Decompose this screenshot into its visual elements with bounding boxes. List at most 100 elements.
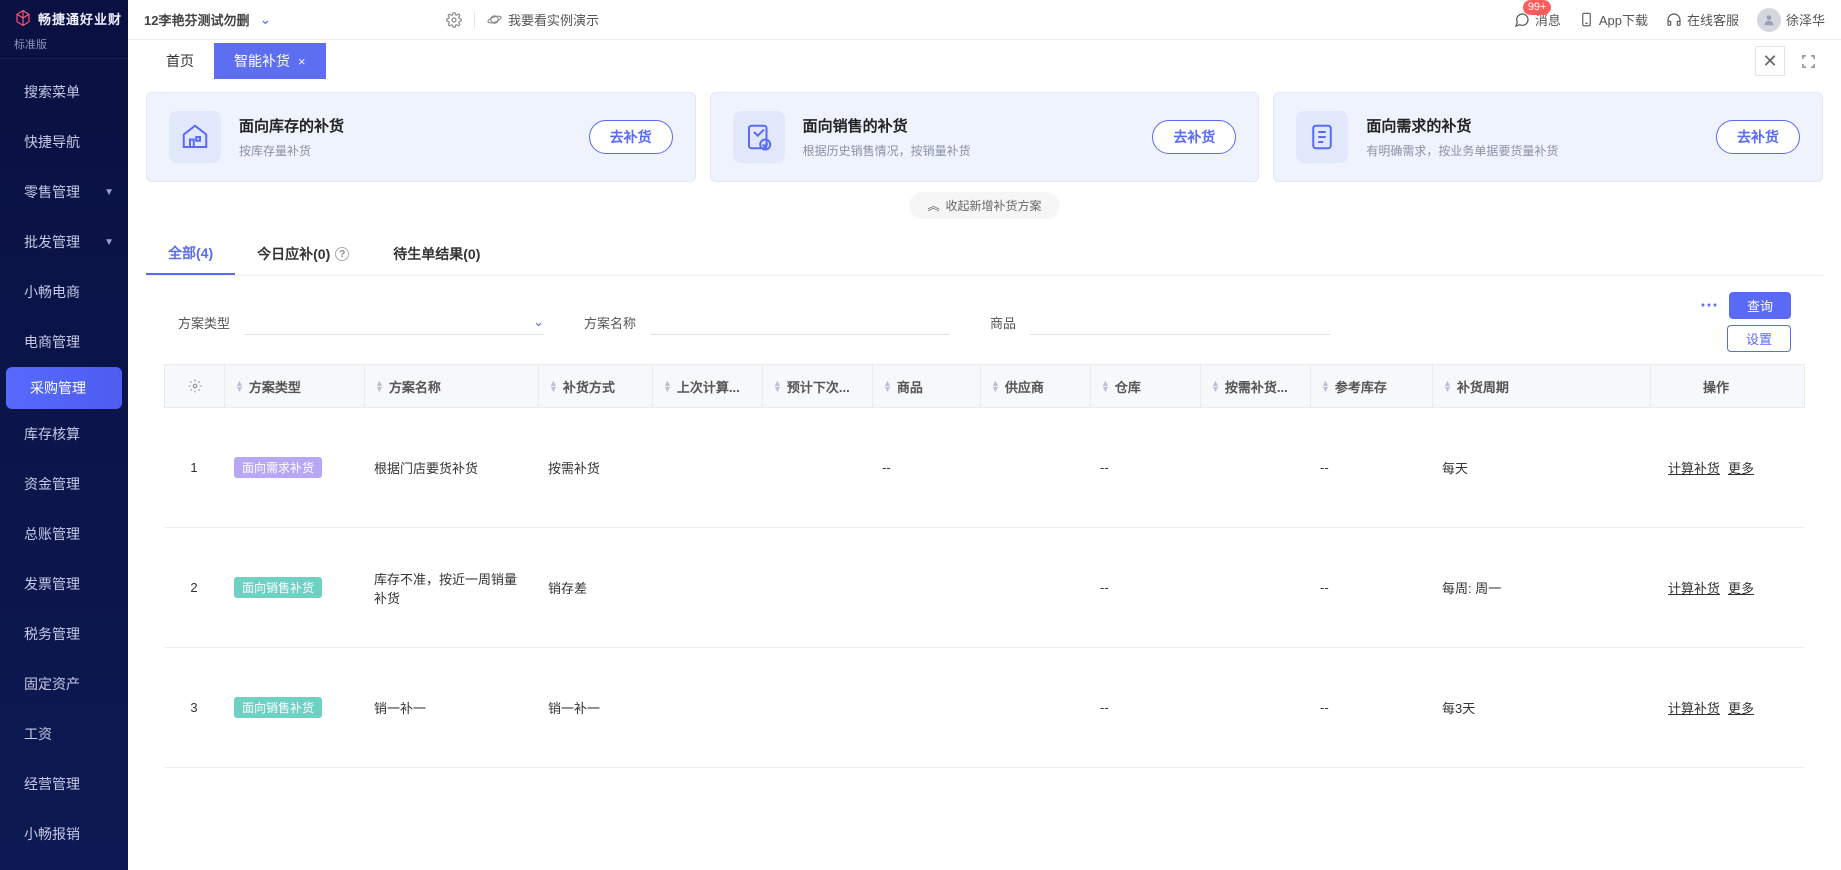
cell-cycle: 每天 [1432, 458, 1650, 477]
filter-tab[interactable]: 待生单结果(0) [371, 233, 502, 275]
collapse-row: ︽ 收起新增补货方案 [146, 192, 1823, 219]
sort-icon: ▲▼ [991, 380, 1000, 392]
sidebar-item[interactable]: 工资 [0, 709, 128, 759]
cell-name: 库存不准，按近一周销量补货 [364, 569, 538, 607]
th-gear[interactable] [165, 365, 225, 407]
cell-type: 面向需求补货 [224, 457, 364, 478]
window-tab[interactable]: 首页 [146, 43, 214, 79]
card-desc: 根据历史销售情况，按销量补货 [803, 142, 1135, 159]
more-filters-icon[interactable]: ⋯ [1697, 296, 1721, 316]
sidebar-item[interactable]: 基础信息 [0, 859, 128, 870]
sidebar-item[interactable]: 发票管理 [0, 559, 128, 609]
planet-icon [487, 12, 502, 27]
sidebar-item[interactable]: 批发管理▼ [0, 217, 128, 267]
sidebar-item[interactable]: 经营管理 [0, 759, 128, 809]
card-title: 面向销售的补货 [803, 115, 1135, 136]
sidebar-item[interactable]: 库存核算 [0, 409, 128, 459]
topbar: 12李艳芬测试勿删 ⌄ 我要看实例演示 99+ 消息 App下载 [128, 0, 1841, 40]
sidebar-item[interactable]: 采购管理 [6, 367, 122, 409]
user-menu[interactable]: 徐泽华 [1757, 8, 1825, 32]
more-link[interactable]: 更多 [1728, 461, 1754, 476]
filter-type-select[interactable]: ⌄ [244, 309, 544, 335]
help-icon[interactable]: ? [335, 247, 349, 261]
user-name: 徐泽华 [1786, 10, 1825, 29]
sidebar-item[interactable]: 固定资产 [0, 659, 128, 709]
row-index: 2 [164, 580, 224, 595]
demo-link[interactable]: 我要看实例演示 [487, 10, 599, 29]
type-tag: 面向需求补货 [234, 457, 322, 478]
sort-icon: ▲▼ [549, 380, 558, 392]
sidebar-item[interactable]: 总账管理 [0, 509, 128, 559]
fullscreen-icon[interactable] [1793, 46, 1823, 76]
calc-link[interactable]: 计算补货 [1668, 581, 1720, 596]
table-row: 2 面向销售补货 库存不准，按近一周销量补货 销存差 -- -- 每周: 周一 … [164, 528, 1805, 648]
filter-name-input[interactable] [650, 309, 950, 335]
th-ref[interactable]: ▲▼参考库存 [1311, 365, 1433, 407]
query-button[interactable]: 查询 [1729, 292, 1791, 319]
th-method[interactable]: ▲▼补货方式 [539, 365, 653, 407]
sidebar-item[interactable]: 小畅电商 [0, 267, 128, 317]
cell-ops: 计算补货更多 [1650, 458, 1780, 477]
filter-goods-input[interactable] [1030, 309, 1330, 335]
sort-icon: ▲▼ [1443, 380, 1452, 392]
topbar-right: 99+ 消息 App下载 在线客服 徐泽华 [1514, 8, 1825, 32]
th-supplier[interactable]: ▲▼供应商 [981, 365, 1091, 407]
sidebar-item[interactable]: 税务管理 [0, 609, 128, 659]
cell-method: 按需补货 [538, 458, 652, 477]
download-button[interactable]: App下载 [1579, 10, 1648, 29]
messages-button[interactable]: 99+ 消息 [1514, 10, 1561, 29]
close-icon[interactable]: × [298, 54, 306, 69]
go-restock-button[interactable]: 去补货 [1716, 120, 1800, 154]
window-tab[interactable]: 智能补货× [214, 43, 326, 79]
more-link[interactable]: 更多 [1728, 701, 1754, 716]
more-link[interactable]: 更多 [1728, 581, 1754, 596]
sort-icon: ▲▼ [375, 380, 384, 392]
close-tab-button[interactable]: ✕ [1755, 46, 1785, 76]
row-index: 3 [164, 700, 224, 715]
th-type[interactable]: ▲▼方案类型 [225, 365, 365, 407]
main: 12李艳芬测试勿删 ⌄ 我要看实例演示 99+ 消息 App下载 [128, 0, 1841, 870]
filter-name-label: 方案名称 [584, 313, 636, 332]
table-body: 1 面向需求补货 根据门店要货补货 按需补货 -- -- -- 每天 计算补货更… [164, 408, 1805, 768]
card-title: 面向库存的补货 [239, 115, 571, 136]
cell-ref: -- [1310, 460, 1432, 475]
context-selector[interactable]: 12李艳芬测试勿删 ⌄ [144, 10, 434, 29]
filter-tab[interactable]: 全部(4) [146, 233, 235, 275]
th-warehouse[interactable]: ▲▼仓库 [1091, 365, 1201, 407]
sidebar: 畅捷通好业财 标准版 搜索菜单快捷导航零售管理▼批发管理▼小畅电商电商管理采购管… [0, 0, 128, 870]
cell-ops: 计算补货更多 [1650, 578, 1780, 597]
calc-link[interactable]: 计算补货 [1668, 701, 1720, 716]
type-tag: 面向销售补货 [234, 697, 322, 718]
brand-icon [14, 9, 32, 27]
gear-icon [188, 379, 202, 393]
demo-label: 我要看实例演示 [508, 10, 599, 29]
sidebar-item[interactable]: 搜索菜单 [0, 67, 128, 117]
sort-icon: ▲▼ [235, 380, 244, 392]
go-restock-button[interactable]: 去补货 [1152, 120, 1236, 154]
sidebar-item[interactable]: 零售管理▼ [0, 167, 128, 217]
calc-link[interactable]: 计算补货 [1668, 461, 1720, 476]
collapse-button[interactable]: ︽ 收起新增补货方案 [909, 192, 1059, 219]
th-name[interactable]: ▲▼方案名称 [365, 365, 539, 407]
sidebar-item[interactable]: 快捷导航 [0, 117, 128, 167]
support-button[interactable]: 在线客服 [1666, 10, 1739, 29]
filter-tab[interactable]: 今日应补(0)? [235, 233, 371, 275]
context-value: 12李艳芬测试勿删 [144, 10, 249, 29]
sort-icon: ▲▼ [1321, 380, 1330, 392]
sidebar-item[interactable]: 电商管理 [0, 317, 128, 367]
sort-icon: ▲▼ [773, 380, 782, 392]
sidebar-item[interactable]: 资金管理 [0, 459, 128, 509]
filters: 方案类型 ⌄ 方案名称 商品 ⋯ 查询 设置 [146, 276, 1823, 364]
th-goods[interactable]: ▲▼商品 [873, 365, 981, 407]
table: ▲▼方案类型 ▲▼方案名称 ▲▼补货方式 ▲▼上次计算... ▲▼预计下次...… [146, 364, 1823, 870]
th-last[interactable]: ▲▼上次计算... [653, 365, 763, 407]
sidebar-item[interactable]: 小畅报销 [0, 809, 128, 859]
sort-icon: ▲▼ [1211, 380, 1220, 392]
th-need[interactable]: ▲▼按需补货... [1201, 365, 1311, 407]
th-cycle[interactable]: ▲▼补货周期 [1433, 365, 1651, 407]
go-restock-button[interactable]: 去补货 [589, 120, 673, 154]
sort-icon: ▲▼ [883, 380, 892, 392]
th-next[interactable]: ▲▼预计下次... [763, 365, 873, 407]
gear-icon[interactable] [446, 12, 462, 28]
setting-button[interactable]: 设置 [1727, 325, 1791, 352]
